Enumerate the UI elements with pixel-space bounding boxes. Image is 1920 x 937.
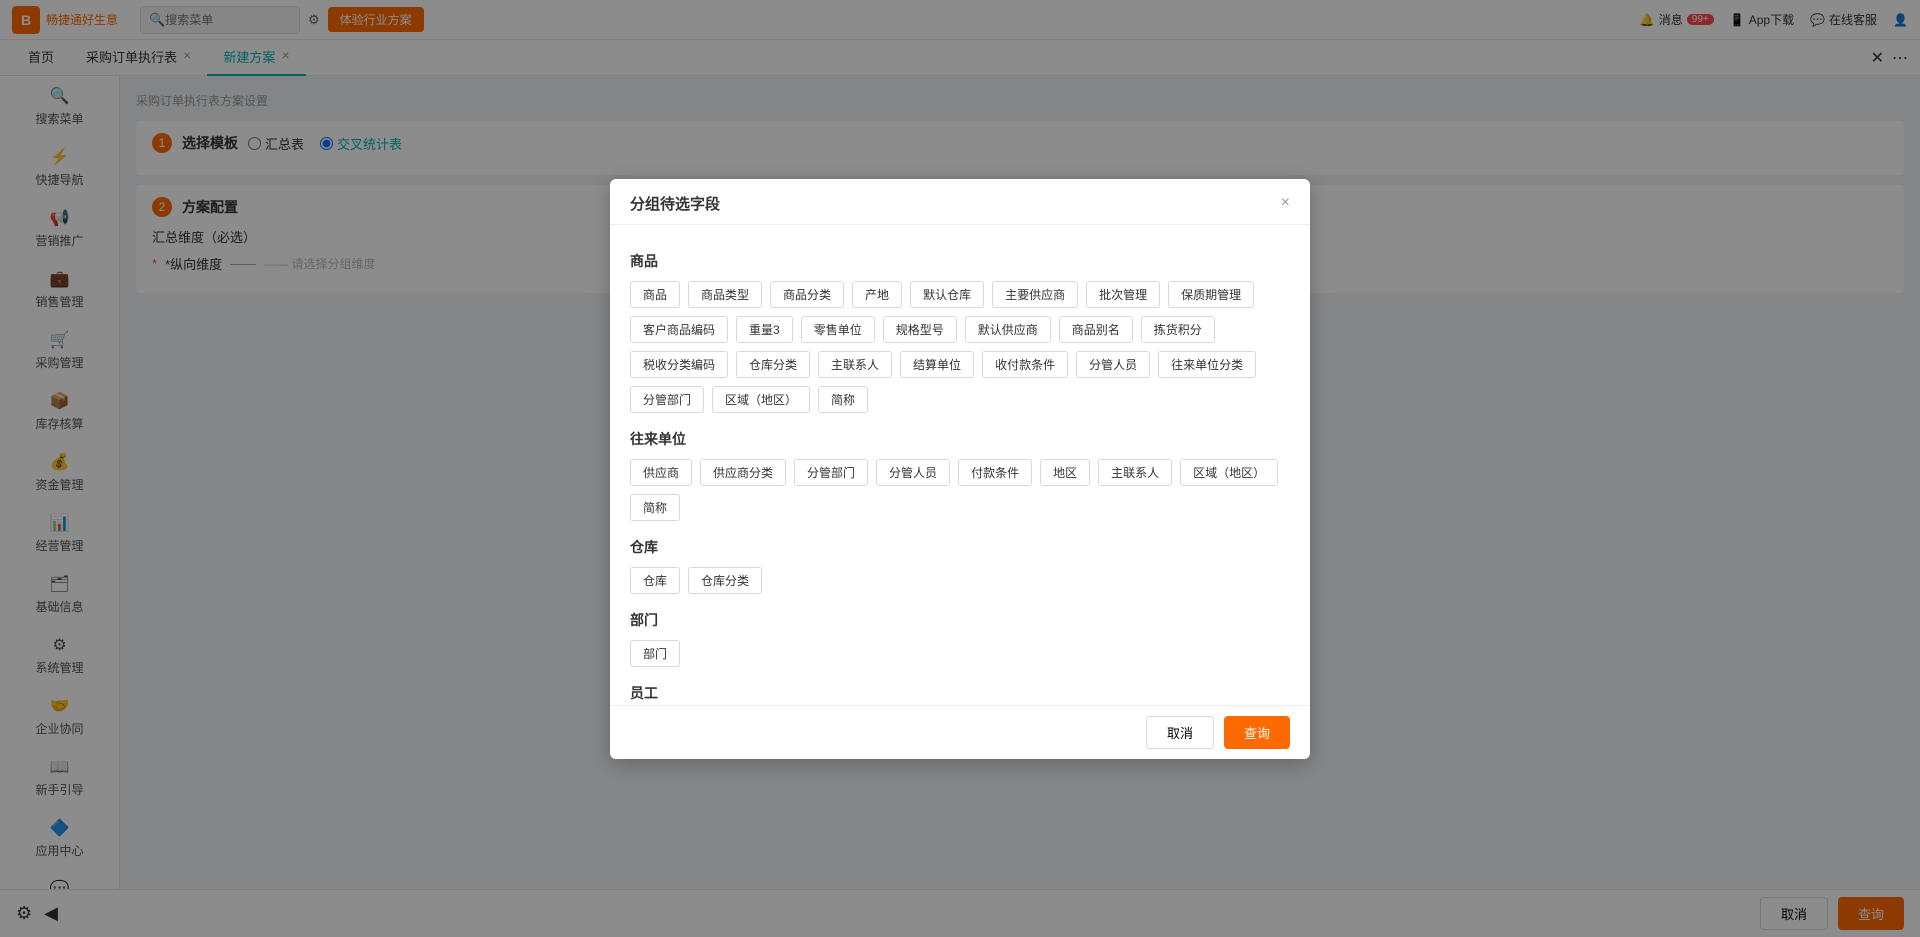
field-tag[interactable]: 默认供应商	[965, 316, 1051, 343]
field-tag[interactable]: 产地	[852, 281, 902, 308]
modal-footer: 取消查询	[610, 705, 1310, 759]
field-tag[interactable]: 默认仓库	[910, 281, 984, 308]
field-tag[interactable]: 税收分类编码	[630, 351, 728, 378]
section-title-仓库: 仓库	[630, 537, 1290, 557]
modal-header: 分组待选字段 ×	[610, 179, 1310, 225]
field-tag[interactable]: 简称	[630, 494, 680, 521]
field-tag[interactable]: 仓库分类	[688, 567, 762, 594]
modal-cancel-button[interactable]: 取消	[1146, 716, 1214, 749]
field-select-modal: 分组待选字段 × 商品商品商品类型商品分类产地默认仓库主要供应商批次管理保质期管…	[610, 179, 1310, 759]
field-tag[interactable]: 分管人员	[876, 459, 950, 486]
field-tag[interactable]: 简称	[818, 386, 868, 413]
section-title-员工: 员工	[630, 683, 1290, 703]
field-tag[interactable]: 分管部门	[630, 386, 704, 413]
field-tag[interactable]: 商品分类	[770, 281, 844, 308]
field-tag[interactable]: 分管人员	[1076, 351, 1150, 378]
field-tag[interactable]: 供应商	[630, 459, 692, 486]
section-title-部门: 部门	[630, 610, 1290, 630]
field-tag[interactable]: 供应商分类	[700, 459, 786, 486]
field-tag[interactable]: 重量3	[736, 316, 793, 343]
field-tag[interactable]: 商品类型	[688, 281, 762, 308]
field-tag[interactable]: 结算单位	[900, 351, 974, 378]
field-grid-部门: 部门	[630, 640, 1290, 667]
field-tag[interactable]: 区域（地区）	[712, 386, 810, 413]
field-tag[interactable]: 收付款条件	[982, 351, 1068, 378]
field-tag[interactable]: 区域（地区）	[1180, 459, 1278, 486]
field-tag[interactable]: 部门	[630, 640, 680, 667]
field-grid-商品: 商品商品类型商品分类产地默认仓库主要供应商批次管理保质期管理客户商品编码重量3 零…	[630, 281, 1290, 413]
modal-overlay: 分组待选字段 × 商品商品商品类型商品分类产地默认仓库主要供应商批次管理保质期管…	[0, 0, 1920, 937]
field-tag[interactable]: 地区	[1040, 459, 1090, 486]
field-tag[interactable]: 客户商品编码	[630, 316, 728, 343]
field-tag[interactable]: 商品别名	[1059, 316, 1133, 343]
field-tag[interactable]: 仓库	[630, 567, 680, 594]
field-tag[interactable]: 拣货积分	[1141, 316, 1215, 343]
modal-body: 商品商品商品类型商品分类产地默认仓库主要供应商批次管理保质期管理客户商品编码重量…	[610, 225, 1310, 705]
field-tag[interactable]: 主联系人	[1098, 459, 1172, 486]
field-tag[interactable]: 批次管理	[1086, 281, 1160, 308]
modal-close-btn[interactable]: ×	[1281, 194, 1290, 212]
field-tag[interactable]: 主要供应商	[992, 281, 1078, 308]
field-tag[interactable]: 仓库分类	[736, 351, 810, 378]
field-tag[interactable]: 零售单位	[801, 316, 875, 343]
section-title-商品: 商品	[630, 251, 1290, 271]
field-tag[interactable]: 往来单位分类	[1158, 351, 1256, 378]
modal-confirm-button[interactable]: 查询	[1224, 716, 1290, 749]
field-tag[interactable]: 付款条件	[958, 459, 1032, 486]
field-tag[interactable]: 规格型号	[883, 316, 957, 343]
field-tag[interactable]: 保质期管理	[1168, 281, 1254, 308]
field-tag[interactable]: 商品	[630, 281, 680, 308]
field-grid-往来单位: 供应商供应商分类分管部门分管人员付款条件地区主联系人区域（地区） 简称	[630, 459, 1290, 521]
section-title-往来单位: 往来单位	[630, 429, 1290, 449]
field-grid-仓库: 仓库仓库分类	[630, 567, 1290, 594]
modal-title: 分组待选字段	[630, 193, 720, 214]
field-tag[interactable]: 分管部门	[794, 459, 868, 486]
field-tag[interactable]: 主联系人	[818, 351, 892, 378]
